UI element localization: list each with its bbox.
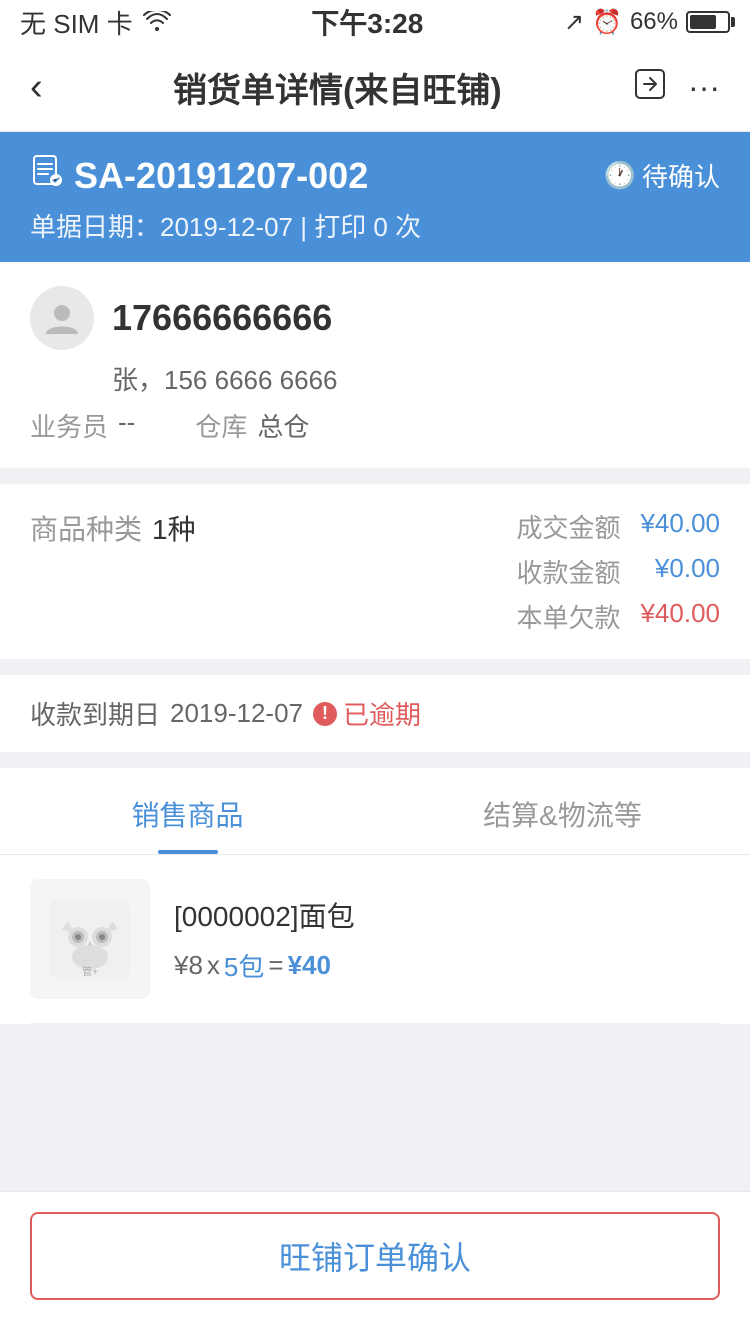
product-type-value: 1种 — [152, 508, 196, 548]
product-price-row: ¥8 x 5包 = ¥40 — [174, 947, 720, 984]
product-qty: 5包 — [224, 947, 264, 984]
product-total: ¥40 — [288, 950, 331, 981]
tab-sales-products[interactable]: 销售商品 — [0, 768, 375, 854]
battery-icon — [686, 11, 730, 33]
status-text: 待确认 — [642, 157, 720, 194]
status-bar-left: 无 SIM 卡 — [20, 4, 171, 41]
customer-avatar — [30, 286, 94, 350]
status-bar-time: 下午3:28 — [311, 2, 423, 42]
share-button[interactable] — [632, 66, 668, 110]
product-image: 管+ — [30, 879, 150, 999]
product-price: ¥8 — [174, 950, 203, 981]
order-id-icon — [30, 154, 64, 197]
salesperson-value: -- — [118, 407, 135, 444]
tab-settlement-logistics[interactable]: 结算&物流等 — [375, 768, 750, 854]
divider-3 — [0, 752, 750, 768]
overdue-dot-icon: ! — [313, 702, 337, 726]
svg-text:管+: 管+ — [82, 965, 98, 978]
order-header: SA-20191207-002 🕐 待确认 单据日期：2019-12-07 | … — [0, 132, 750, 262]
deal-amount-value: ¥40.00 — [640, 508, 720, 545]
warehouse-label: 仓库 — [195, 407, 247, 444]
received-amount-value: ¥0.00 — [655, 553, 720, 590]
debt-amount-value: ¥40.00 — [640, 598, 720, 635]
due-date-label: 收款到期日 — [30, 695, 160, 732]
order-id-text: SA-20191207-002 — [74, 155, 368, 197]
product-item: 管+ [0000002]面包 ¥8 x 5包 = ¥40 — [30, 855, 720, 1024]
status-bar-right: ↗ ⏰ 66% — [564, 8, 730, 37]
bottom-action-bar: 旺铺订单确认 — [0, 1191, 750, 1334]
deal-amount-row: 成交金额 ¥40.00 — [516, 508, 720, 545]
tabs-bar: 销售商品 结算&物流等 — [0, 768, 750, 855]
product-type-label: 商品种类 — [30, 508, 142, 548]
amount-info: 成交金额 ¥40.00 收款金额 ¥0.00 本单欠款 ¥40.00 — [516, 508, 720, 635]
alarm-icon: ⏰ — [592, 8, 622, 37]
overdue-text: 已逾期 — [343, 695, 421, 732]
warehouse-item: 仓库 总仓 — [195, 407, 309, 444]
gps-icon: ↗ — [564, 8, 584, 37]
nav-actions: ··· — [632, 66, 720, 110]
debt-amount-label: 本单欠款 — [516, 598, 620, 635]
tabs-section: 销售商品 结算&物流等 — [0, 768, 750, 1024]
product-name: [0000002]面包 — [174, 895, 720, 935]
warehouse-value: 总仓 — [257, 407, 309, 444]
more-button[interactable]: ··· — [688, 69, 720, 106]
status-bar: 无 SIM 卡 下午3:28 ↗ ⏰ 66% — [0, 0, 750, 44]
divider-2 — [0, 659, 750, 675]
deal-amount-label: 成交金额 — [516, 508, 620, 545]
overdue-badge: ! 已逾期 — [313, 695, 421, 732]
received-amount-row: 收款金额 ¥0.00 — [516, 553, 720, 590]
order-id: SA-20191207-002 — [30, 154, 368, 197]
page-title: 销货单详情(来自旺铺) — [173, 63, 502, 112]
due-date-value: 2019-12-07 — [170, 698, 303, 729]
back-button[interactable]: ‹ — [30, 66, 43, 109]
debt-amount-row: 本单欠款 ¥40.00 — [516, 598, 720, 635]
divider-1 — [0, 468, 750, 484]
product-type-info: 商品种类 1种 — [30, 508, 196, 548]
status-clock-icon: 🕐 — [604, 160, 636, 191]
battery-percent: 66% — [630, 8, 678, 36]
summary-section: 商品种类 1种 成交金额 ¥40.00 收款金额 ¥0.00 本单欠款 ¥40.… — [0, 484, 750, 659]
order-date: 单据日期：2019-12-07 | 打印 0 次 — [30, 207, 720, 244]
salesperson-item: 业务员 -- — [30, 407, 135, 444]
confirm-order-button[interactable]: 旺铺订单确认 — [30, 1212, 720, 1300]
due-section: 收款到期日 2019-12-07 ! 已逾期 — [0, 675, 750, 752]
customer-name: 张，156 6666 6666 — [112, 360, 720, 397]
customer-section: 17666666666 张，156 6666 6666 业务员 -- 仓库 总仓 — [0, 262, 750, 468]
carrier-text: 无 SIM 卡 — [20, 4, 133, 41]
received-amount-label: 收款金额 — [516, 553, 620, 590]
nav-bar: ‹ 销货单详情(来自旺铺) ··· — [0, 44, 750, 132]
customer-phone: 17666666666 — [112, 297, 332, 339]
product-info: [0000002]面包 ¥8 x 5包 = ¥40 — [174, 895, 720, 984]
product-list: 管+ [0000002]面包 ¥8 x 5包 = ¥40 — [0, 855, 750, 1024]
customer-meta: 业务员 -- 仓库 总仓 — [30, 407, 720, 444]
salesperson-label: 业务员 — [30, 407, 108, 444]
order-status: 🕐 待确认 — [604, 157, 720, 194]
wifi-icon — [143, 7, 171, 38]
